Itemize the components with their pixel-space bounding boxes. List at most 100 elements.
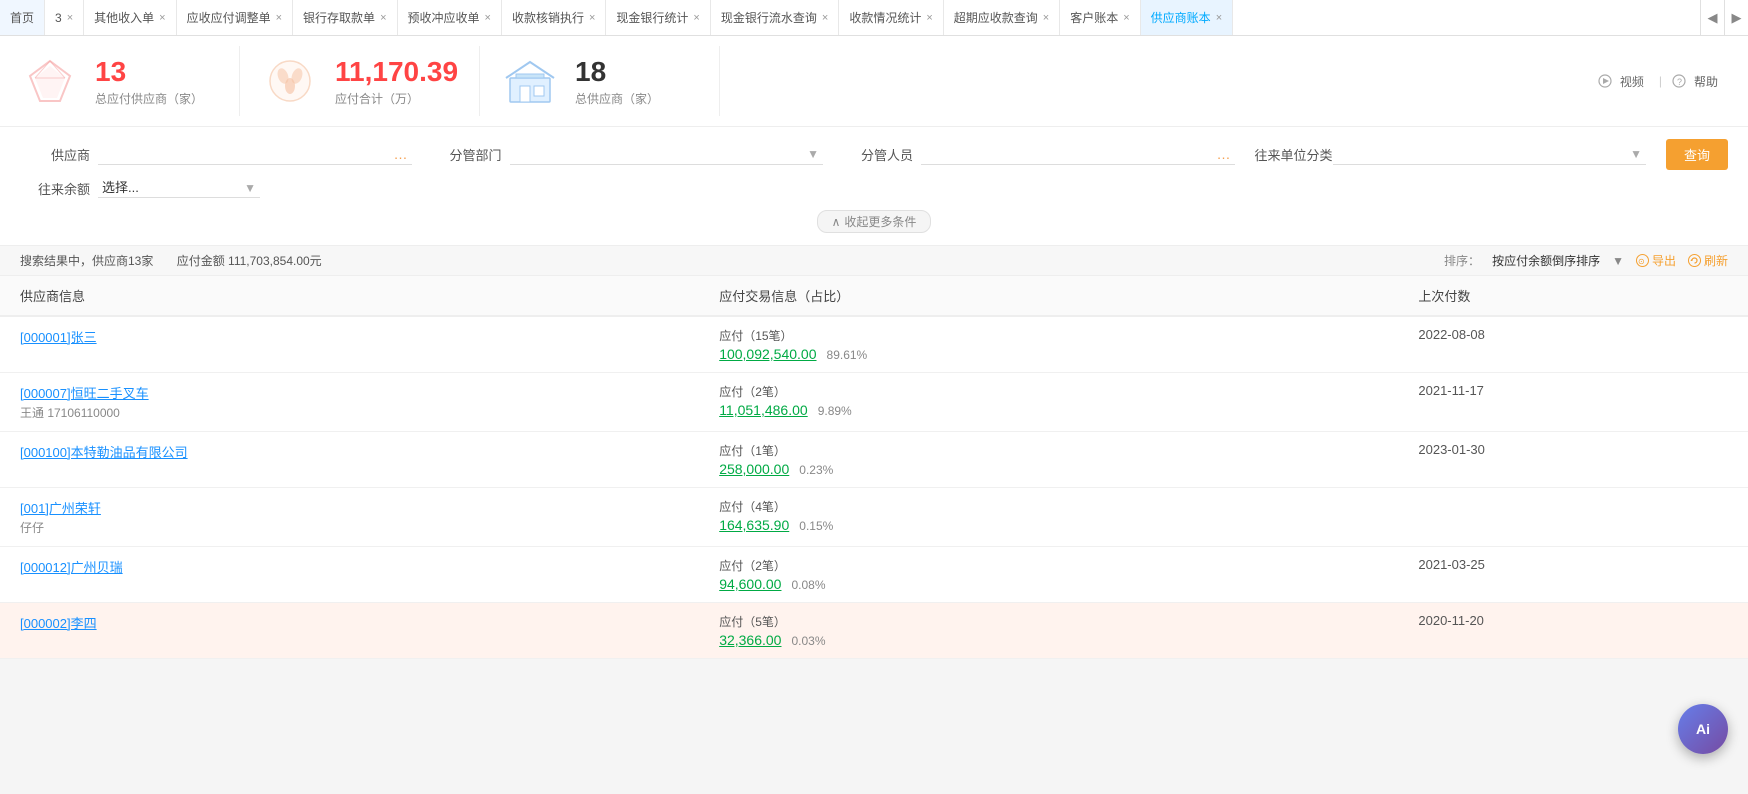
search-row-1: 供应商 … 分管部门 ▼ 分管人员 … 往来单位分类 ▼ <box>20 139 1728 170</box>
balance-arrow-icon[interactable]: ▼ <box>244 181 256 195</box>
nav-cash-bank-flow[interactable]: 现金银行流水查询 × <box>711 0 839 35</box>
last-pay-date: 2022-08-08 <box>1418 327 1485 342</box>
last-pay-date: 2023-01-30 <box>1418 442 1485 457</box>
supplier-link[interactable]: [000012]广州贝瑞 <box>20 560 123 575</box>
nav-home[interactable]: 首页 <box>0 0 45 35</box>
supplier-link[interactable]: [000100]本特勒油品有限公司 <box>20 445 188 460</box>
nav-customer-book[interactable]: 客户账本 × <box>1060 0 1140 35</box>
refresh-button[interactable]: 刷新 <box>1688 252 1728 269</box>
stat-payable-amount: 11,170.39 应付合计（万） <box>260 46 480 116</box>
table-row: [001]广州荣轩仔仔应付（4笔）164,635.900.15% <box>0 488 1748 547</box>
result-amount: 应付金额 111,703,854.00元 <box>177 254 322 268</box>
nav-ar-ap-adjust-close[interactable]: × <box>276 12 282 24</box>
nav-advance-offset-close[interactable]: × <box>485 12 491 24</box>
trade-amount[interactable]: 11,051,486.00 <box>719 402 808 418</box>
stat2-info: 11,170.39 应付合计（万） <box>335 55 458 108</box>
svg-text:⊙: ⊙ <box>1638 257 1645 266</box>
collapse-label: 收起更多条件 <box>844 213 916 230</box>
nav-overdue-ar-label: 超期应收款查询 <box>954 9 1038 26</box>
supplier-cell: [000100]本特勒油品有限公司 <box>0 432 699 488</box>
nav-cash-bank-stat[interactable]: 现金银行统计 × <box>606 0 710 35</box>
nav-cash-bank-stat-label: 现金银行统计 <box>616 9 688 26</box>
nav-other-income-label: 其他收入单 <box>94 9 154 26</box>
dept-field: 分管部门 ▼ <box>432 145 824 165</box>
nav-customer-book-close[interactable]: × <box>1123 12 1129 24</box>
last-pay-date: 2021-11-17 <box>1418 383 1484 398</box>
query-button[interactable]: 查询 <box>1666 139 1728 170</box>
collapse-button[interactable]: ∧ 收起更多条件 <box>817 210 932 233</box>
balance-select[interactable]: 选择... <box>102 180 244 195</box>
nav-receipt-stat[interactable]: 收款情况统计 × <box>839 0 943 35</box>
nav-overdue-ar-close[interactable]: × <box>1043 12 1049 24</box>
nav-cash-bank-flow-close[interactable]: × <box>822 12 828 24</box>
stat3-info: 18 总供应商（家） <box>575 55 659 108</box>
supplier-picker-icon[interactable]: … <box>394 146 408 162</box>
last-pay-cell: 2022-08-08 <box>1398 316 1748 373</box>
trade-amount[interactable]: 164,635.90 <box>719 517 789 533</box>
stat2-num: 11,170.39 <box>335 55 458 89</box>
table-row: [000001]张三应付（15笔）100,092,540.0089.61%202… <box>0 316 1748 373</box>
nav-advance-offset[interactable]: 预收冲应收单 × <box>398 0 502 35</box>
video-icon <box>1598 74 1612 88</box>
trade-amount[interactable]: 94,600.00 <box>719 576 781 592</box>
trade-pct: 0.23% <box>799 463 833 477</box>
supplier-cell: [000012]广州贝瑞 <box>0 547 699 603</box>
nav-ar-ap-adjust[interactable]: 应收应付调整单 × <box>177 0 293 35</box>
supplier-link[interactable]: [000002]李四 <box>20 616 97 631</box>
nav-bank-deposit[interactable]: 银行存取款单 × <box>293 0 397 35</box>
supplier-link[interactable]: [000001]张三 <box>20 330 97 345</box>
nav-cash-bank-stat-close[interactable]: × <box>693 12 699 24</box>
help-link[interactable]: ? 帮助 <box>1672 73 1723 90</box>
ai-button[interactable]: Ai <box>1678 704 1728 754</box>
supplier-link[interactable]: [000007]恒旺二手叉车 <box>20 386 149 401</box>
nav-overdue-ar[interactable]: 超期应收款查询 × <box>944 0 1060 35</box>
person-input[interactable] <box>925 147 1217 162</box>
col-supplier-info: 供应商信息 <box>0 276 699 316</box>
trade-cell: 应付（2笔）94,600.000.08% <box>699 547 1398 603</box>
person-picker-icon[interactable]: … <box>1217 146 1231 162</box>
nav-tab3[interactable]: 3 × <box>45 0 84 35</box>
last-pay-cell: 2023-01-30 <box>1398 432 1748 488</box>
trade-amount[interactable]: 100,092,540.00 <box>719 346 816 362</box>
supplier-link[interactable]: [001]广州荣轩 <box>20 501 101 516</box>
sort-value[interactable]: 按应付余额倒序排序 <box>1492 252 1600 269</box>
nav-tab3-close[interactable]: × <box>67 12 73 24</box>
nav-bank-deposit-label: 银行存取款单 <box>303 9 375 26</box>
category-arrow-icon[interactable]: ▼ <box>1630 147 1642 161</box>
stat1-info: 13 总应付供应商（家） <box>95 55 203 108</box>
sort-arrow-icon[interactable]: ▼ <box>1612 254 1624 268</box>
nav-receipt-stat-close[interactable]: × <box>926 12 932 24</box>
nav-receipt-exec-close[interactable]: × <box>589 12 595 24</box>
nav-arrow-right[interactable]: ▶ <box>1724 0 1748 36</box>
stat1-label: 总应付供应商（家） <box>95 90 203 107</box>
category-select[interactable] <box>1337 147 1631 162</box>
person-field: 分管人员 … <box>843 144 1235 165</box>
trade-label: 应付（15笔） <box>719 327 1378 344</box>
last-pay-cell: 2020-11-20 <box>1398 603 1748 659</box>
export-icon: ⊙ <box>1636 254 1649 267</box>
nav-arrows: ◀ ▶ <box>1700 0 1748 36</box>
nav-other-income[interactable]: 其他收入单 × <box>84 0 176 35</box>
nav-arrow-left[interactable]: ◀ <box>1700 0 1724 36</box>
dept-arrow-icon[interactable]: ▼ <box>807 147 819 161</box>
export-button[interactable]: ⊙ 导出 <box>1636 252 1676 269</box>
supplier-label: 供应商 <box>20 145 90 164</box>
nav-supplier-book-close[interactable]: × <box>1216 12 1222 24</box>
nav-receipt-exec[interactable]: 收款核销执行 × <box>502 0 606 35</box>
supplier-input[interactable] <box>102 147 394 162</box>
nav-ar-ap-adjust-label: 应收应付调整单 <box>187 9 271 26</box>
nav-bank-deposit-close[interactable]: × <box>380 12 386 24</box>
stats-header: 13 总应付供应商（家） 11,170.39 应付合计（万） <box>0 36 1748 127</box>
category-select-wrap: ▼ <box>1333 145 1647 165</box>
last-pay-cell: 2021-11-17 <box>1398 373 1748 432</box>
nav-advance-offset-label: 预收冲应收单 <box>408 9 480 26</box>
dept-select[interactable] <box>514 147 808 162</box>
result-bar: 搜索结果中，供应商13家 应付金额 111,703,854.00元 排序： 按应… <box>0 246 1748 276</box>
header-actions: 视频 | ? 帮助 <box>1593 73 1728 90</box>
nav-other-income-close[interactable]: × <box>159 12 165 24</box>
trade-amount[interactable]: 258,000.00 <box>719 461 789 477</box>
nav-supplier-book[interactable]: 供应商账本 × <box>1141 0 1233 35</box>
video-link[interactable]: 视频 <box>1598 73 1649 90</box>
trade-amount[interactable]: 32,366.00 <box>719 632 781 648</box>
nav-receipt-exec-label: 收款核销执行 <box>512 9 584 26</box>
